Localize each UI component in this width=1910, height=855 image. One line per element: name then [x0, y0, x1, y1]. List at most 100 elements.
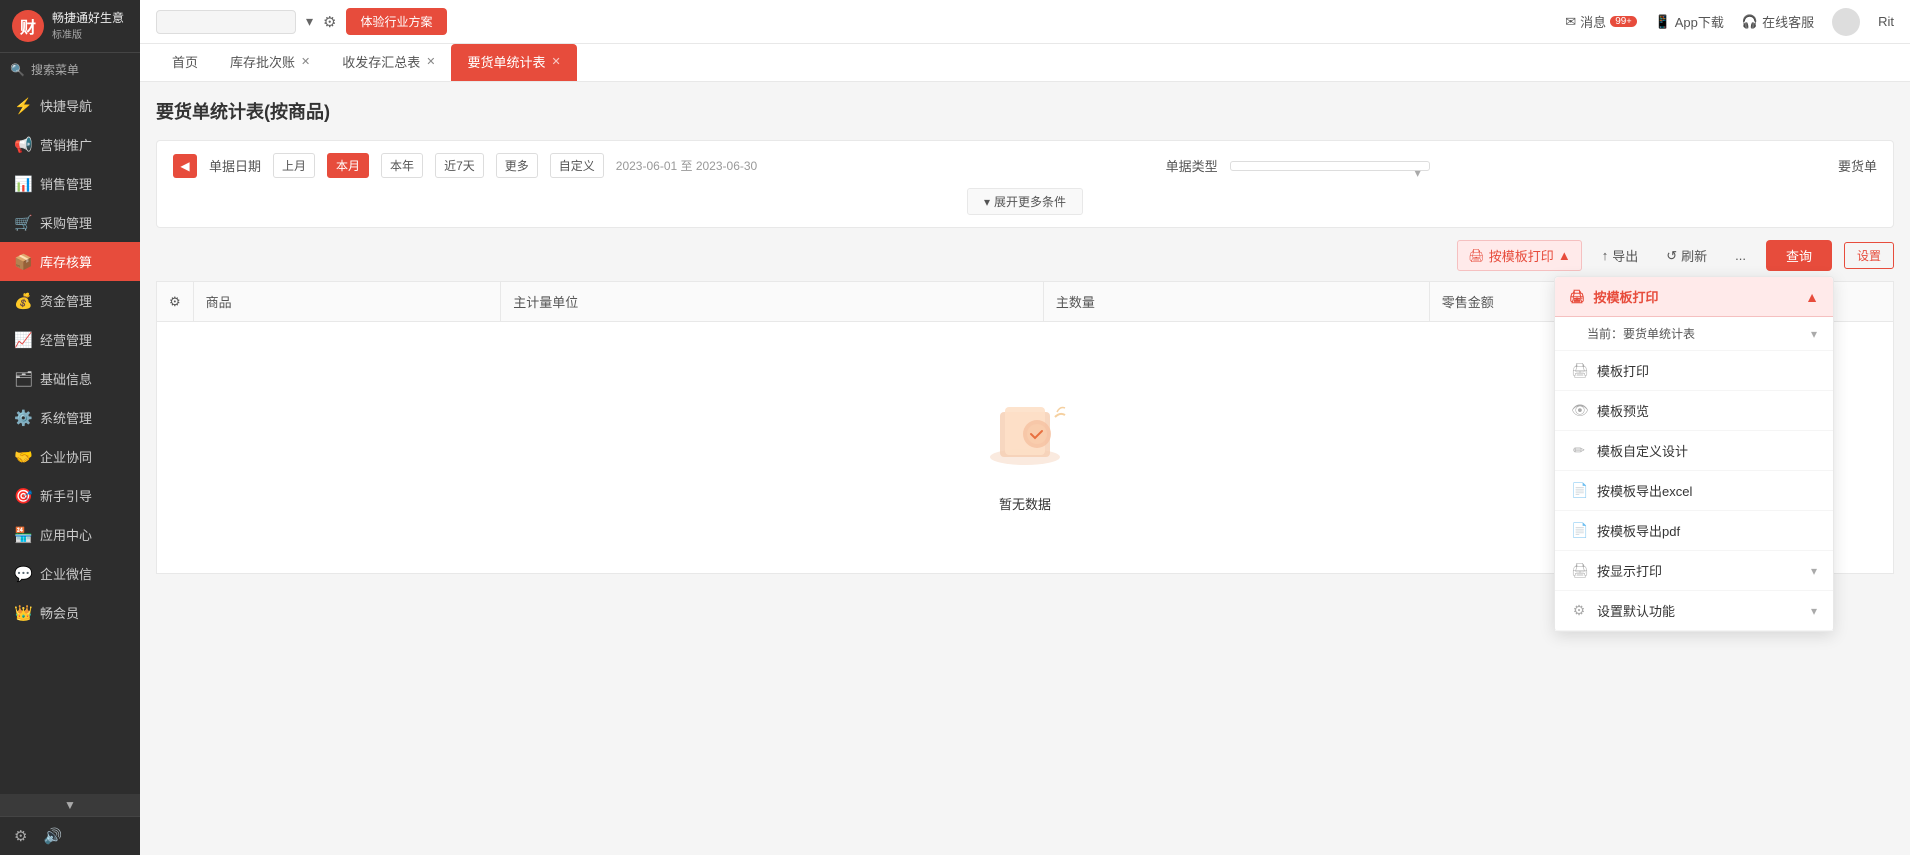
- date-btn-custom[interactable]: 自定义: [550, 153, 604, 178]
- sidebar-item-inventory[interactable]: 📦库存核算: [0, 242, 140, 281]
- sidebar-search-item[interactable]: 🔍 搜索菜单: [0, 53, 140, 86]
- dropdown-item-template-excel[interactable]: 📄 按模板导出excel: [1555, 471, 1833, 511]
- date-btn-this-year[interactable]: 本年: [381, 153, 423, 178]
- date-btn-last-month[interactable]: 上月: [273, 153, 315, 178]
- export-btn[interactable]: ↑ 导出: [1594, 242, 1647, 269]
- table-header-qty: 主数量: [1043, 282, 1429, 322]
- sidebar-item-purchase[interactable]: 🛒采购管理: [0, 203, 140, 242]
- print-label: 按模板打印: [1489, 246, 1554, 265]
- sidebar-item-finance[interactable]: 💰资金管理: [0, 281, 140, 320]
- date-btn-more[interactable]: 更多: [496, 153, 538, 178]
- sidebar-item-marketing[interactable]: 📢营销推广: [0, 125, 140, 164]
- tab-home[interactable]: 首页: [156, 44, 214, 81]
- toolbar: 🖨 按模板打印 ▲ ↑ 导出 ↺ 刷新 ... 查询 设置 �: [156, 240, 1894, 271]
- set-default-icon: ⚙: [1571, 602, 1587, 619]
- experience-btn[interactable]: 体验行业方案: [346, 8, 446, 35]
- current-template-chevron: ▾: [1811, 327, 1817, 341]
- refresh-label: 刷新: [1681, 246, 1707, 265]
- date-range-text: 2023-06-01 至 2023-06-30: [616, 157, 757, 174]
- dropdown-sub-display-print[interactable]: 🖨 按显示打印 ▾: [1555, 551, 1833, 591]
- nav-label-inventory: 库存核算: [40, 252, 92, 271]
- export-icon: ↑: [1602, 248, 1609, 263]
- tab-order-stats[interactable]: 要货单统计表 ✕: [451, 44, 576, 81]
- app-download-icon: 📱: [1655, 14, 1671, 30]
- current-template-row[interactable]: 当前：要货单统计表 ▾: [1555, 317, 1833, 351]
- empty-text: 暂无数据: [999, 494, 1051, 513]
- nav-icon-marketing: 📢: [14, 136, 32, 154]
- nav-icon-appstore: 🏪: [14, 526, 32, 544]
- online-service-label: 在线客服: [1762, 12, 1814, 31]
- username-label: Rit: [1878, 14, 1894, 29]
- sidebar-item-shortcut[interactable]: ⚡ 快捷导航: [0, 86, 140, 125]
- search-icon: 🔍: [10, 63, 25, 77]
- topbar-gear-icon[interactable]: ⚙: [323, 13, 336, 31]
- tab-label-receipt-summary: 收发存汇总表: [342, 52, 420, 71]
- template-pdf-icon: 📄: [1571, 522, 1587, 539]
- nav-icon-guide: 🎯: [14, 487, 32, 505]
- online-service-icon: 🎧: [1742, 14, 1758, 30]
- nav-label-wechat: 企业微信: [40, 564, 92, 583]
- topbar-dropdown-icon[interactable]: ▾: [306, 13, 313, 30]
- query-btn[interactable]: 查询: [1766, 240, 1832, 271]
- app-download-label: App下载: [1675, 12, 1724, 31]
- print-dropdown-close-btn[interactable]: ▲: [1805, 289, 1819, 305]
- sidebar-item-operation[interactable]: 📈经营管理: [0, 320, 140, 359]
- nav-label-collab: 企业协同: [40, 447, 92, 466]
- nav-label-sales: 销售管理: [40, 174, 92, 193]
- display-print-left: 🖨 按显示打印: [1571, 561, 1662, 580]
- dropdown-item-template-pdf[interactable]: 📄 按模板导出pdf: [1555, 511, 1833, 551]
- yaohuol-label: 要货单: [1838, 156, 1877, 175]
- settings-bottom-icon[interactable]: ⚙: [14, 827, 27, 845]
- sidebar-item-appstore[interactable]: 🏪应用中心: [0, 515, 140, 554]
- empty-icon: [975, 382, 1075, 482]
- nav-icon-shortcut: ⚡: [14, 97, 32, 115]
- dropdown-item-template-print[interactable]: 🖨 模板打印: [1555, 351, 1833, 391]
- print-dropdown-title: 按模板打印: [1594, 287, 1659, 306]
- more-btn[interactable]: ...: [1727, 244, 1754, 267]
- sidebar-scroll-down[interactable]: ▼: [0, 794, 140, 816]
- date-btn-7days[interactable]: 近7天: [435, 153, 484, 178]
- topbar-search-input[interactable]: [156, 10, 296, 34]
- nav-label-shortcut: 快捷导航: [40, 96, 92, 115]
- tab-label-order-stats: 要货单统计表: [467, 52, 545, 71]
- tab-receipt-summary[interactable]: 收发存汇总表 ✕: [326, 44, 451, 81]
- expand-more-icon: ▾: [984, 195, 990, 209]
- date-btn-this-month[interactable]: 本月: [327, 153, 369, 178]
- sidebar-item-collab[interactable]: 🤝企业协同: [0, 437, 140, 476]
- sound-bottom-icon[interactable]: 🔊: [43, 827, 62, 845]
- nav-label-guide: 新手引导: [40, 486, 92, 505]
- print-dropdown: 🖨 按模板打印 ▲ 当前：要货单统计表 ▾ 🖨 模板打印 👁 模板预览: [1554, 276, 1834, 632]
- tab-close-order-stats[interactable]: ✕: [552, 55, 561, 68]
- sidebar-item-basic[interactable]: 🗂基础信息: [0, 359, 140, 398]
- tab-close-batch-account[interactable]: ✕: [301, 55, 310, 68]
- template-design-icon: ✏: [1571, 442, 1587, 459]
- app-download-item[interactable]: 📱 App下载: [1655, 12, 1724, 31]
- date-filter-label: 单据日期: [209, 156, 261, 175]
- type-select-box[interactable]: ▾: [1230, 161, 1430, 171]
- sidebar-item-system[interactable]: ⚙️系统管理: [0, 398, 140, 437]
- dropdown-sub-set-default[interactable]: ⚙ 设置默认功能 ▾: [1555, 591, 1833, 631]
- template-print-label: 模板打印: [1597, 361, 1649, 380]
- dropdown-item-template-design[interactable]: ✏ 模板自定义设计: [1555, 431, 1833, 471]
- dropdown-item-template-preview[interactable]: 👁 模板预览: [1555, 391, 1833, 431]
- expand-more-btn[interactable]: ▾ 展开更多条件: [967, 188, 1083, 215]
- settings-btn[interactable]: 设置: [1844, 242, 1894, 269]
- tab-batch-account[interactable]: 库存批次账✕: [214, 44, 326, 81]
- messages-item[interactable]: ✉ 消息 99+: [1565, 12, 1636, 31]
- table-header-gear[interactable]: ⚙: [157, 282, 194, 322]
- sidebar-item-sales[interactable]: 📊销售管理: [0, 164, 140, 203]
- filter-row: ◀ 单据日期 上月 本月 本年 近7天 更多 自定义 2023-06-01 至 …: [173, 153, 1877, 178]
- online-service-item[interactable]: 🎧 在线客服: [1742, 12, 1814, 31]
- print-btn[interactable]: 🖨 按模板打印 ▲: [1457, 240, 1581, 271]
- filter-expand-btn[interactable]: ◀: [173, 154, 197, 178]
- sidebar-item-guide[interactable]: 🎯 新手引导: [0, 476, 140, 515]
- print-icon: 🖨: [1468, 248, 1485, 264]
- sidebar-item-member[interactable]: 👑畅会员: [0, 593, 140, 632]
- sidebar-item-wechat[interactable]: 💬企业微信: [0, 554, 140, 593]
- refresh-btn[interactable]: ↺ 刷新: [1658, 242, 1715, 269]
- app-logo-icon: 财: [12, 10, 44, 42]
- tab-close-receipt-summary[interactable]: ✕: [426, 55, 435, 68]
- user-avatar[interactable]: [1832, 8, 1860, 36]
- export-label: 导出: [1612, 246, 1638, 265]
- display-print-chevron: ▾: [1811, 564, 1817, 578]
